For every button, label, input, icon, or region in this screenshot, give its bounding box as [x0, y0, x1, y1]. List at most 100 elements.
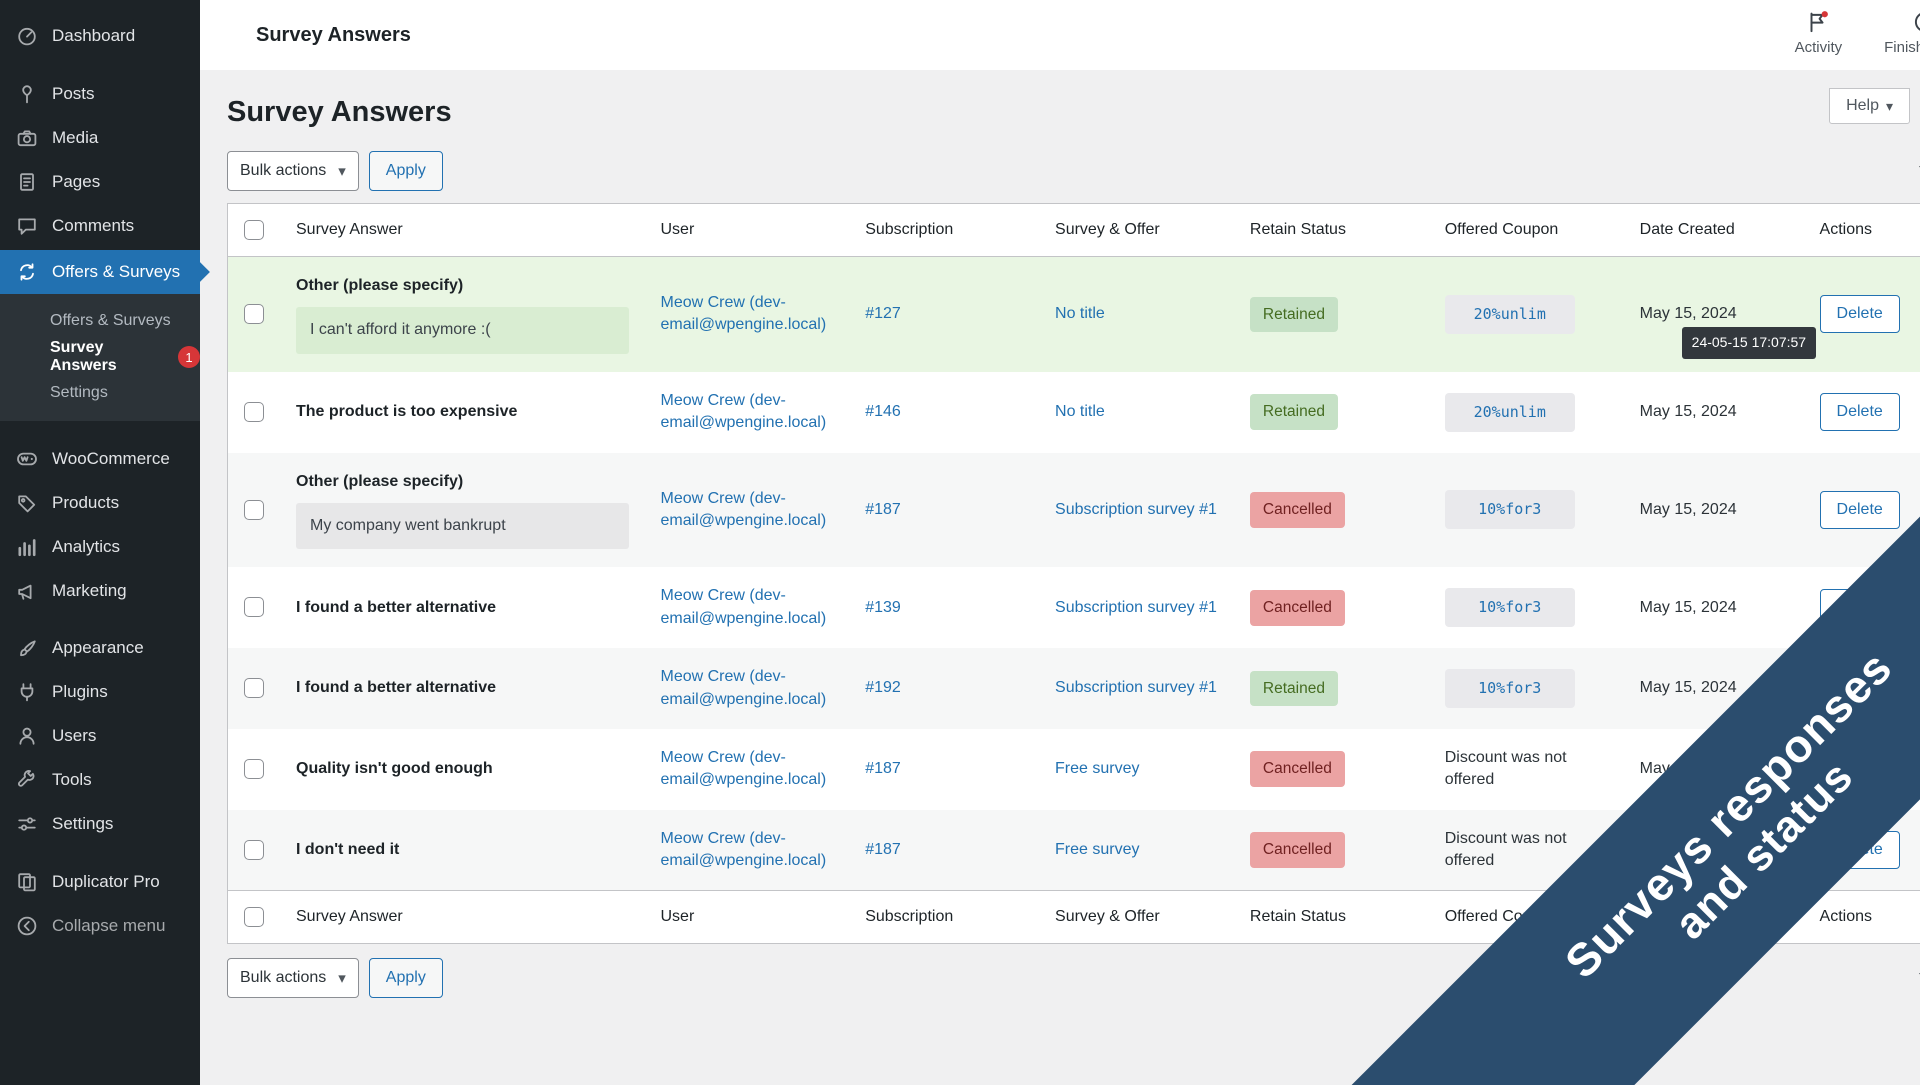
- collapse-menu-button[interactable]: Collapse menu: [0, 904, 200, 948]
- submenu-item-offers-surveys[interactable]: Offers & Surveys: [0, 303, 200, 339]
- sidebar-item-tools[interactable]: Tools: [0, 758, 200, 802]
- sidebar-item-duplicator-pro[interactable]: Duplicator Pro: [0, 860, 200, 904]
- sidebar-item-products[interactable]: Products: [0, 481, 200, 525]
- survey-offer-link[interactable]: No title: [1055, 403, 1105, 420]
- retain-status-badge: Retained: [1249, 670, 1338, 707]
- submenu-item-settings[interactable]: Settings: [0, 375, 200, 411]
- sidebar-item-label: WooCommerce: [52, 449, 170, 468]
- column-header-subscription: Subscription: [849, 203, 1040, 257]
- subscription-link[interactable]: #139: [865, 599, 901, 616]
- survey-offer-link[interactable]: No title: [1055, 305, 1105, 322]
- sidebar-item-plugins[interactable]: Plugins: [0, 670, 200, 714]
- sidebar-item-analytics[interactable]: Analytics: [0, 525, 200, 569]
- offered-coupon-text: Discount was not offered: [1444, 829, 1567, 870]
- subscription-link[interactable]: #127: [865, 305, 901, 322]
- sidebar-item-settings[interactable]: Settings: [0, 802, 200, 846]
- submenu-item-label: Survey Answers: [50, 339, 117, 374]
- subscription-link[interactable]: #187: [865, 760, 901, 777]
- help-label: Help: [1846, 97, 1879, 114]
- user-link[interactable]: Meow Crew (dev-email@wpengine.local): [661, 490, 827, 529]
- plugin-header-title: Survey Answers: [256, 23, 411, 46]
- apply-button[interactable]: Apply: [368, 958, 443, 999]
- subscription-link[interactable]: #187: [865, 841, 901, 858]
- survey-offer-link[interactable]: Free survey: [1055, 760, 1139, 777]
- pin-icon: [22, 85, 32, 104]
- sidebar-item-label: Duplicator Pro: [52, 872, 160, 891]
- sidebar-item-label: Plugins: [52, 682, 108, 701]
- user-link[interactable]: Meow Crew (dev-email@wpengine.local): [661, 749, 827, 788]
- user-link[interactable]: Meow Crew (dev-email@wpengine.local): [661, 392, 827, 431]
- sidebar-item-label: Posts: [52, 84, 95, 103]
- pages-icon: [20, 173, 34, 191]
- survey-offer-link[interactable]: Subscription survey #1: [1055, 679, 1217, 696]
- select-all-checkbox[interactable]: [244, 907, 264, 928]
- delete-button[interactable]: Delete: [1819, 295, 1900, 334]
- sidebar-item-label: Settings: [52, 814, 114, 833]
- finish-setup-button[interactable]: Finish setup: [1884, 9, 1920, 56]
- survey-offer-link[interactable]: Free survey: [1055, 841, 1139, 858]
- sidebar-item-users[interactable]: Users: [0, 714, 200, 758]
- tools-icon: [18, 770, 35, 787]
- column-footer-user: User: [644, 890, 850, 944]
- subscription-link[interactable]: #187: [865, 501, 901, 518]
- table-row: I found a better alternative Meow Crew (…: [227, 648, 1920, 729]
- table-row: I found a better alternative Meow Crew (…: [228, 567, 1920, 648]
- user-link[interactable]: Meow Crew (dev-email@wpengine.local): [661, 587, 827, 626]
- date-created: May 15, 2024: [1639, 679, 1737, 697]
- subscription-link[interactable]: #192: [865, 679, 901, 696]
- sidebar-item-marketing[interactable]: Marketing: [0, 569, 200, 613]
- delete-button[interactable]: Delete: [1819, 393, 1900, 432]
- offered-coupon-code: 10%for3: [1444, 588, 1575, 628]
- user-link[interactable]: Meow Crew (dev-email@wpengine.local): [661, 830, 827, 869]
- row-checkbox[interactable]: [244, 758, 264, 779]
- row-checkbox[interactable]: [244, 597, 264, 618]
- sidebar-item-label: Comments: [52, 216, 135, 235]
- survey-answer-title: I found a better alternative: [296, 679, 497, 697]
- subscription-link[interactable]: #146: [865, 403, 901, 420]
- apply-button[interactable]: Apply: [368, 151, 443, 191]
- row-checkbox[interactable]: [244, 839, 264, 860]
- duplicator-icon: [18, 873, 36, 892]
- row-checkbox[interactable]: [244, 499, 264, 520]
- row-checkbox[interactable]: [244, 678, 264, 699]
- unread-count-badge: 1: [178, 346, 200, 368]
- survey-answer-title: I don't need it: [296, 840, 400, 858]
- bulk-actions-select[interactable]: Bulk actions: [227, 958, 359, 999]
- retain-status-badge: Cancelled: [1249, 751, 1345, 788]
- bulk-actions-select[interactable]: Bulk actions: [227, 151, 359, 191]
- survey-answer-title: I found a better alternative: [296, 598, 497, 616]
- survey-answer-detail: My company went bankrupt: [296, 502, 629, 550]
- sidebar-item-appearance[interactable]: Appearance: [0, 626, 200, 670]
- sidebar-item-comments[interactable]: Comments: [0, 204, 200, 248]
- table-row: Other (please specify) I can't afford it…: [227, 256, 1920, 372]
- user-link[interactable]: Meow Crew (dev-email@wpengine.local): [661, 294, 827, 333]
- column-footer-retain-status: Retain Status: [1233, 890, 1429, 944]
- select-all-checkbox[interactable]: [244, 220, 264, 240]
- retain-status-badge: Retained: [1249, 296, 1338, 333]
- sidebar-item-pages[interactable]: Pages: [0, 160, 200, 204]
- activity-button[interactable]: Activity: [1795, 9, 1842, 56]
- sidebar-item-woocommerce[interactable]: WooCommerce: [0, 437, 200, 481]
- survey-offer-link[interactable]: Subscription survey #1: [1055, 501, 1217, 518]
- sidebar-item-offers-surveys[interactable]: Offers & Surveys: [0, 250, 200, 294]
- help-tab[interactable]: Help: [1829, 88, 1910, 124]
- users-icon: [19, 727, 35, 745]
- column-header-offered-coupon: Offered Coupon: [1428, 203, 1624, 257]
- collapse-icon: [17, 916, 37, 936]
- column-header-actions: Actions: [1803, 203, 1920, 257]
- row-checkbox[interactable]: [244, 303, 264, 324]
- sidebar-item-dashboard[interactable]: Dashboard: [0, 14, 200, 58]
- user-link[interactable]: Meow Crew (dev-email@wpengine.local): [661, 668, 827, 707]
- sidebar-item-posts[interactable]: Posts: [0, 72, 200, 116]
- offered-coupon-code: 20%unlim: [1444, 294, 1575, 334]
- sidebar-item-media[interactable]: Media: [0, 116, 200, 160]
- row-checkbox[interactable]: [244, 401, 264, 422]
- submenu-item-survey-answers[interactable]: Survey Answers 1: [0, 339, 200, 375]
- submenu-item-label: Offers & Surveys: [50, 312, 171, 329]
- date-created: May 15, 2024: [1639, 402, 1737, 420]
- date-created: May 15, 2024: [1639, 305, 1737, 323]
- sidebar-item-label: Analytics: [52, 537, 121, 556]
- survey-offer-link[interactable]: Subscription survey #1: [1055, 599, 1217, 616]
- delete-button[interactable]: Delete: [1819, 490, 1900, 529]
- media-icon: [17, 130, 37, 147]
